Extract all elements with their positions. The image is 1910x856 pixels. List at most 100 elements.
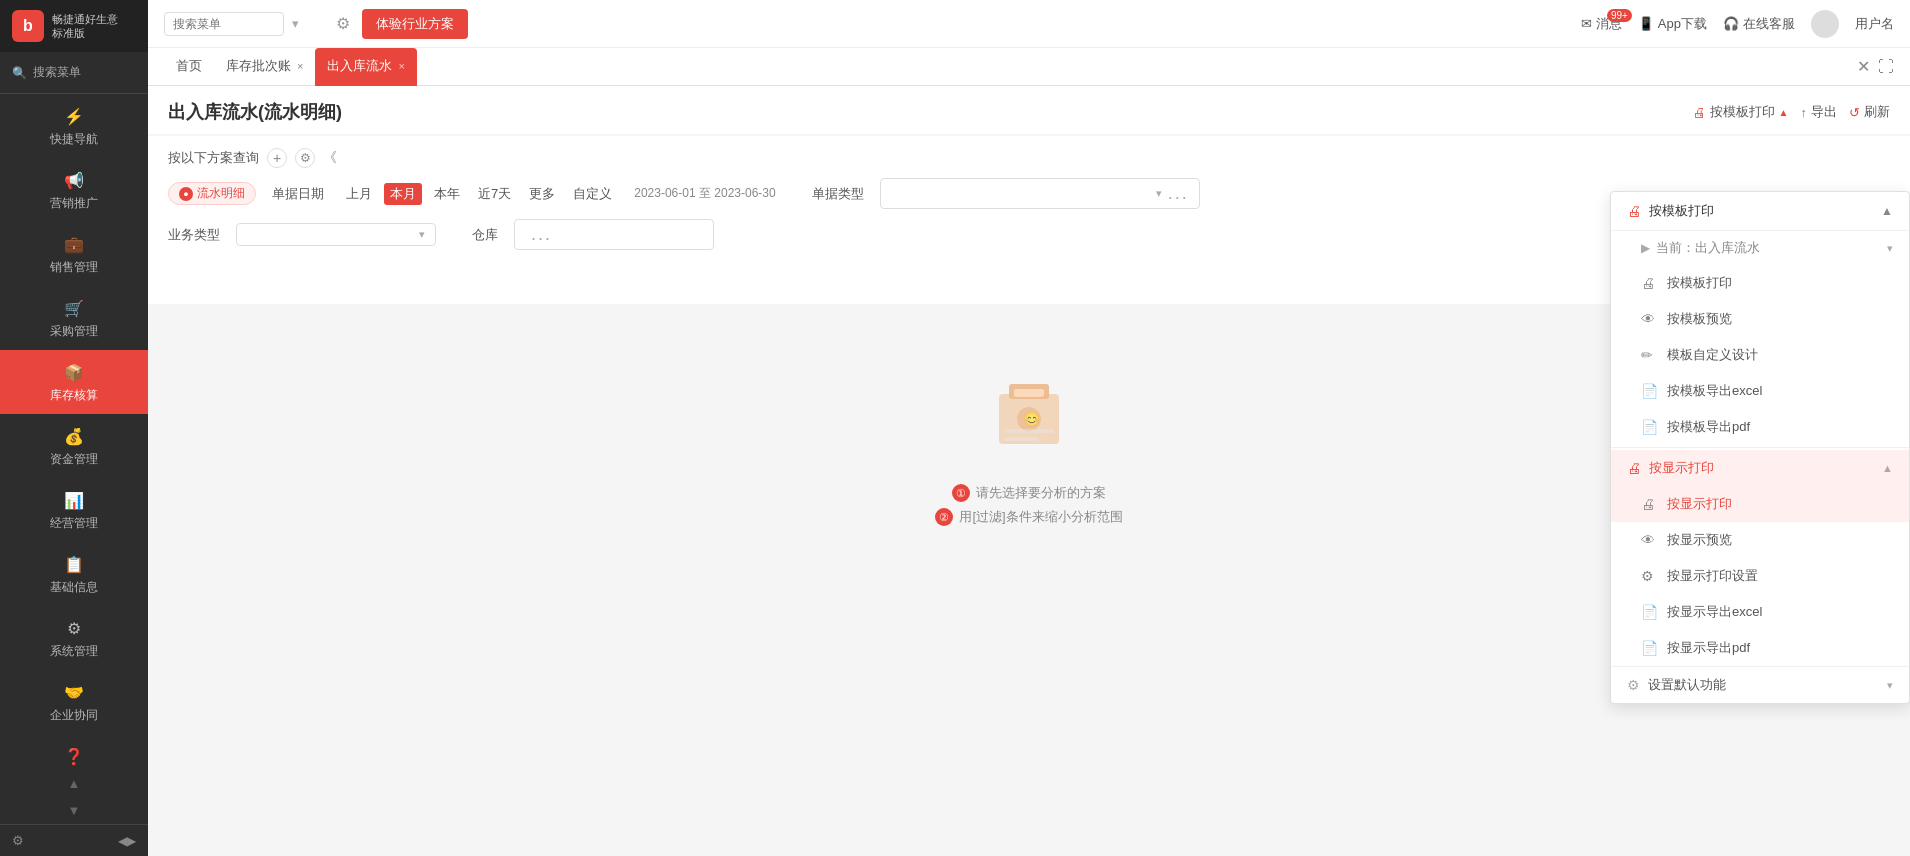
dropdown-display-print-settings[interactable]: ⚙ 按显示打印设置 <box>1611 558 1909 594</box>
trial-btn[interactable]: 体验行业方案 <box>362 9 468 39</box>
date-range-display: 2023-06-01 至 2023-06-30 <box>634 185 775 202</box>
inventory-icon: 📦 <box>62 360 86 384</box>
filter-add-btn[interactable]: + <box>267 148 287 168</box>
print-btn-label: 按模板打印 <box>1710 103 1775 121</box>
display-print-icon: 🖨 <box>1641 496 1657 512</box>
close-all-tabs-icon[interactable]: ✕ <box>1857 57 1870 76</box>
tab-inventory-batch-close[interactable]: × <box>297 60 303 72</box>
finance-icon: 💰 <box>62 424 86 448</box>
date-shortcut-custom[interactable]: 自定义 <box>567 183 618 205</box>
settings-icon[interactable]: ⚙ <box>12 833 24 848</box>
phone-icon: 📱 <box>1638 16 1654 31</box>
dropdown-display-print[interactable]: 🖨 按显示打印 <box>1611 486 1909 522</box>
tab-home[interactable]: 首页 <box>164 48 214 86</box>
sidebar-item-marketing[interactable]: 📢 营销推广 <box>0 158 148 222</box>
sidebar-item-purchase[interactable]: 🛒 采购管理 <box>0 286 148 350</box>
quick-nav-icon: ⚡ <box>62 104 86 128</box>
empty-hint-1: ① 请先选择要分析的方案 <box>952 484 1106 502</box>
date-shortcut-this-year[interactable]: 本年 <box>428 183 466 205</box>
empty-hint-2: ② 用[过滤]条件来缩小分析范围 <box>935 508 1122 526</box>
sidebar-item-operations[interactable]: 📊 经营管理 <box>0 478 148 542</box>
template-pdf-icon: 📄 <box>1641 419 1657 435</box>
dropdown-template-pdf[interactable]: 📄 按模板导出pdf <box>1611 409 1909 445</box>
print-dropdown-chevron: ▲ <box>1779 107 1789 118</box>
export-btn-label: 导出 <box>1811 103 1837 121</box>
dropdown-template-header[interactable]: 🖨 按模板打印 ▲ <box>1611 192 1909 231</box>
current-label-icon: ▶ <box>1641 241 1650 255</box>
biz-type-select[interactable]: ▾ <box>236 223 436 246</box>
topbar-search-input[interactable] <box>164 12 284 36</box>
sidebar-item-system[interactable]: ⚙ 系统管理 <box>0 606 148 670</box>
online-service-btn[interactable]: 🎧 在线客服 <box>1723 15 1795 33</box>
dropdown-footer[interactable]: ⚙ 设置默认功能 ▾ <box>1611 666 1909 703</box>
sidebar-item-quick-nav[interactable]: ⚡ 快捷导航 <box>0 94 148 158</box>
dropdown-display-excel[interactable]: 📄 按显示导出excel <box>1611 594 1909 630</box>
display-section-label: 按显示打印 <box>1649 459 1714 477</box>
sidebar-item-sales[interactable]: 💼 销售管理 <box>0 222 148 286</box>
sidebar-item-basic-info[interactable]: 📋 基础信息 <box>0 542 148 606</box>
dropdown-template-excel[interactable]: 📄 按模板导出excel <box>1611 373 1909 409</box>
filter-label-group: 按以下方案查询 + ⚙ 《 <box>168 148 337 168</box>
date-shortcut-last-month[interactable]: 上月 <box>340 183 378 205</box>
dropdown-template-design[interactable]: ✏ 模板自定义设计 <box>1611 337 1909 373</box>
expand-icon[interactable]: ⛶ <box>1878 58 1894 76</box>
dropdown-divider <box>1611 447 1909 448</box>
search-icon: 🔍 <box>12 66 27 80</box>
type-filter-label: 单据类型 <box>812 185 864 203</box>
messages-btn[interactable]: ✉ 消息 99+ <box>1581 15 1622 33</box>
footer-settings-icon: ⚙ <box>1627 677 1640 693</box>
service-icon: 🎧 <box>1723 16 1739 31</box>
topbar-dropdown-icon[interactable]: ▾ <box>292 16 299 31</box>
filter-row-top: 按以下方案查询 + ⚙ 《 <box>168 148 1890 168</box>
sales-icon: 💼 <box>62 232 86 256</box>
template-preview-icon: 👁 <box>1641 311 1657 327</box>
date-shortcut-more[interactable]: 更多 <box>523 183 561 205</box>
sidebar-item-newbie[interactable]: ❓ 新手引导 <box>0 734 148 770</box>
dropdown-template-preview[interactable]: 👁 按模板预览 <box>1611 301 1909 337</box>
dropdown-template-print[interactable]: 🖨 按模板打印 <box>1611 265 1909 301</box>
display-excel-icon: 📄 <box>1641 604 1657 620</box>
template-pdf-label: 按模板导出pdf <box>1667 418 1750 436</box>
refresh-btn[interactable]: ↺ 刷新 <box>1849 103 1890 121</box>
tab-inout-flow[interactable]: 出入库流水 × <box>315 48 416 86</box>
sidebar-item-finance[interactable]: 💰 资金管理 <box>0 414 148 478</box>
sidebar-item-cooperation[interactable]: 🤝 企业协同 <box>0 670 148 734</box>
topbar-gear-icon[interactable]: ⚙ <box>336 14 350 33</box>
warehouse-more[interactable]: ... <box>531 224 552 245</box>
template-print-label: 按模板打印 <box>1667 274 1732 292</box>
display-section-chevron: ▲ <box>1882 462 1893 474</box>
tabbar-right: ✕ ⛶ <box>1857 57 1894 76</box>
sidebar-search-btn[interactable]: 🔍 搜索菜单 <box>12 60 136 85</box>
marketing-icon: 📢 <box>62 168 86 192</box>
sidebar: b 畅捷通好生意 标准版 🔍 搜索菜单 ⚡ 快捷导航 📢 营销推广 💼 销售管理… <box>0 0 148 856</box>
dropdown-template-title: 按模板打印 <box>1649 202 1714 220</box>
sidebar-collapse-icon[interactable]: ◀▶ <box>118 834 136 848</box>
app-download-btn[interactable]: 📱 App下载 <box>1638 15 1707 33</box>
svg-text:😊: 😊 <box>1023 411 1041 428</box>
dropdown-display-pdf[interactable]: 📄 按显示导出pdf <box>1611 630 1909 666</box>
warehouse-select[interactable]: ... <box>514 219 714 250</box>
topbar: ▾ ⚙ 体验行业方案 ✉ 消息 99+ 📱 App下载 🎧 在线客服 用户名 <box>148 0 1910 48</box>
tab-inout-flow-close[interactable]: × <box>398 60 404 72</box>
sidebar-scroll-up[interactable]: ▲ <box>0 770 148 797</box>
export-btn[interactable]: ↑ 导出 <box>1801 103 1838 121</box>
print-template-btn[interactable]: 🖨 按模板打印 ▲ <box>1693 103 1789 121</box>
filter-active-tag[interactable]: ● 流水明细 <box>168 182 256 205</box>
type-select-more[interactable]: ... <box>1168 183 1189 204</box>
date-shortcut-this-month[interactable]: 本月 <box>384 183 422 205</box>
filter-collapse-btn[interactable]: 《 <box>323 149 337 167</box>
topbar-brand: ▾ <box>164 12 324 36</box>
filter-section-label: 按以下方案查询 <box>168 149 259 167</box>
sidebar-item-inventory[interactable]: 📦 库存核算 <box>0 350 148 414</box>
print-dropdown-panel: 🖨 按模板打印 ▲ ▶ 当前：出入库流水 ▾ 🖨 按模板打印 👁 按模板预览 <box>1610 191 1910 704</box>
sidebar-scroll-down[interactable]: ▼ <box>0 797 148 824</box>
dropdown-display-preview[interactable]: 👁 按显示预览 <box>1611 522 1909 558</box>
sidebar-search-label: 搜索菜单 <box>33 64 81 81</box>
template-section-chevron: ▲ <box>1881 204 1893 218</box>
newbie-icon: ❓ <box>62 744 86 768</box>
filter-settings-btn[interactable]: ⚙ <box>295 148 315 168</box>
tab-inventory-batch[interactable]: 库存批次账 × <box>214 48 315 86</box>
date-shortcut-7days[interactable]: 近7天 <box>472 183 517 205</box>
type-filter-select[interactable]: ▾ ... <box>880 178 1200 209</box>
dropdown-display-section[interactable]: 🖨 按显示打印 ▲ <box>1611 450 1909 486</box>
